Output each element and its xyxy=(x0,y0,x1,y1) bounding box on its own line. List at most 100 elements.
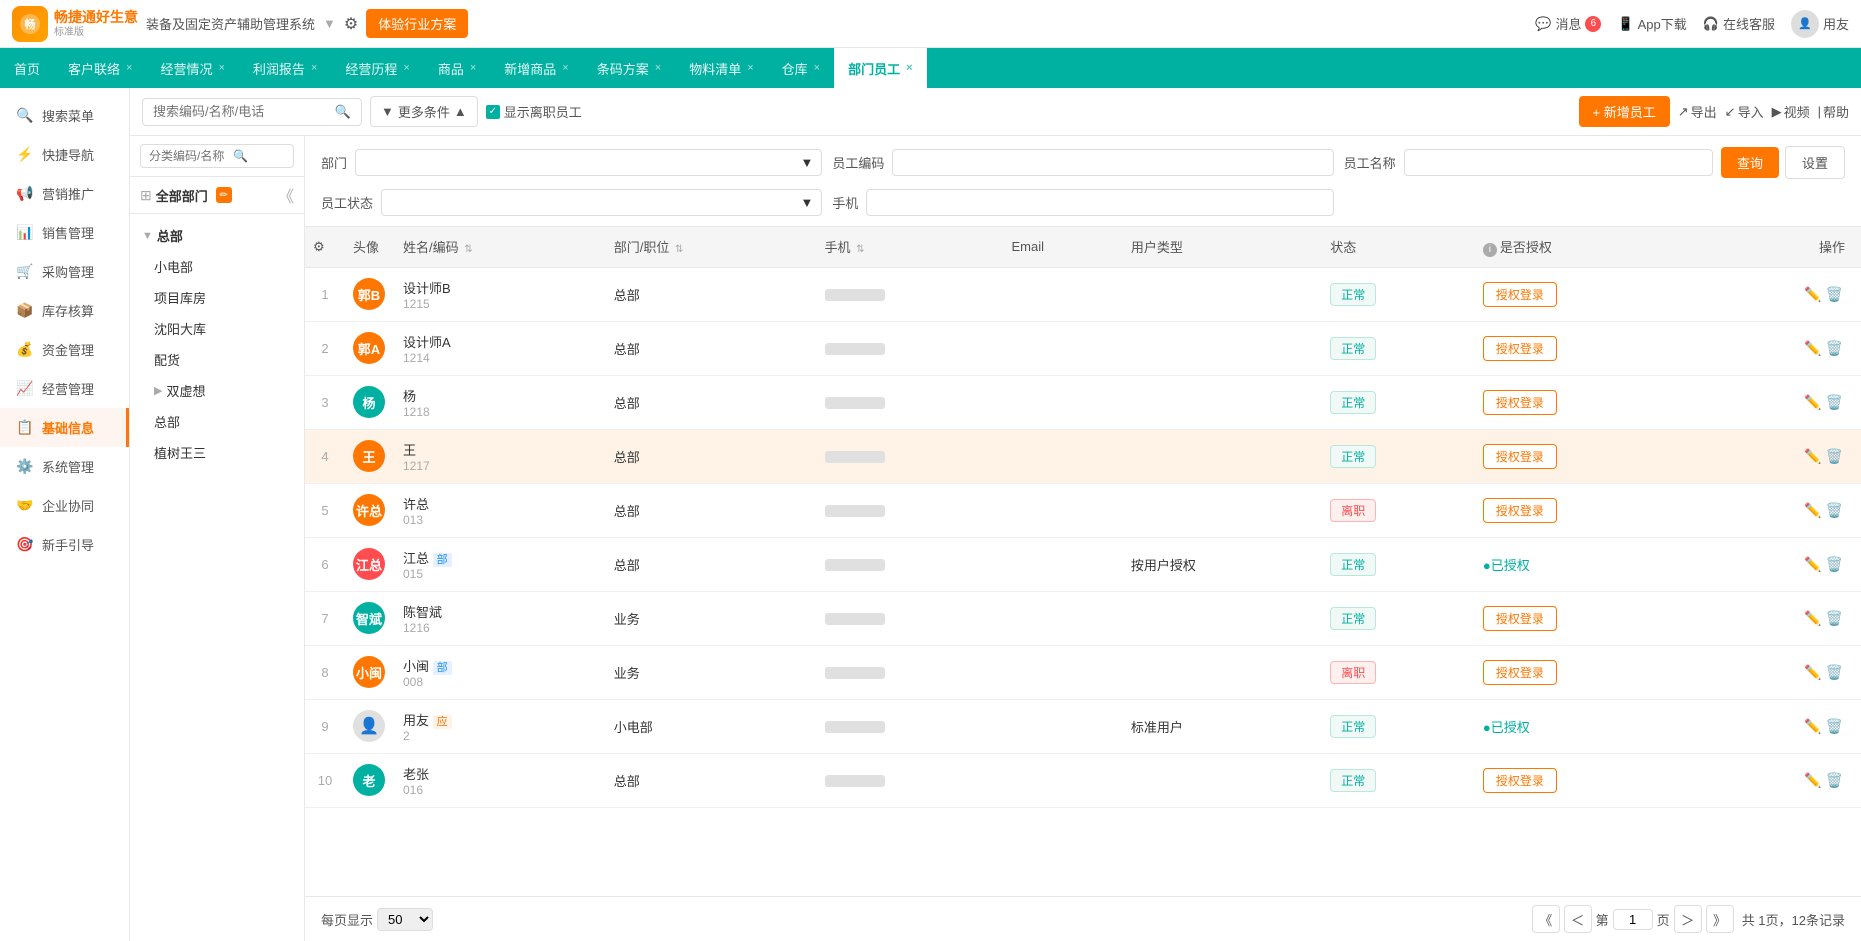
delete-btn[interactable]: 🗑️ xyxy=(1824,664,1845,681)
last-page-btn[interactable]: 》 xyxy=(1706,905,1734,933)
delete-btn[interactable]: 🗑️ xyxy=(1824,718,1845,735)
settings-icon[interactable]: ⚙ xyxy=(313,239,325,254)
search-btn[interactable]: 查询 xyxy=(1721,147,1779,178)
sidebar-item-marketing[interactable]: 📢 营销推广 xyxy=(0,174,129,213)
edit-btn[interactable]: ✏️ xyxy=(1802,772,1823,789)
dropdown-arrow[interactable]: ▼ xyxy=(323,16,336,31)
app-download-btn[interactable]: 📱 App下载 xyxy=(1617,14,1686,33)
sidebar-item-operation[interactable]: 📈 经营管理 xyxy=(0,369,129,408)
edit-btn[interactable]: ✏️ xyxy=(1802,502,1823,519)
more-filter-btn[interactable]: ▼ 更多条件 ▲ xyxy=(370,96,478,127)
tab-bom[interactable]: 物料清单× xyxy=(675,48,767,88)
edit-btn[interactable]: ✏️ xyxy=(1802,394,1823,411)
close-icon[interactable]: × xyxy=(562,62,568,74)
close-icon[interactable]: × xyxy=(814,62,820,74)
auth-btn[interactable]: 授权登录 xyxy=(1483,606,1557,631)
page-size-select[interactable]: 50 100 xyxy=(377,908,433,931)
dept-node-root[interactable]: ▼ 总部 xyxy=(130,220,304,251)
delete-btn[interactable]: 🗑️ xyxy=(1824,340,1845,357)
collapse-dept-btn[interactable]: 《 xyxy=(278,183,294,207)
next-page-btn[interactable]: ＞ xyxy=(1674,905,1702,933)
tab-operation[interactable]: 经营情况× xyxy=(146,48,238,88)
prev-page-btn[interactable]: ＜ xyxy=(1564,905,1592,933)
tab-profit[interactable]: 利润报告× xyxy=(239,48,331,88)
dept-node-hq[interactable]: 总部 xyxy=(130,406,304,437)
settings-btn[interactable]: 设置 xyxy=(1785,146,1845,179)
sidebar-item-basic[interactable]: 📋 基础信息 xyxy=(0,408,129,447)
dept-node-xiaodian[interactable]: 小电部 xyxy=(130,251,304,282)
close-icon[interactable]: × xyxy=(311,62,317,74)
sidebar-item-enterprise[interactable]: 🤝 企业协同 xyxy=(0,486,129,525)
close-icon[interactable]: × xyxy=(747,62,753,74)
sidebar-item-guide[interactable]: 🎯 新手引导 xyxy=(0,525,129,564)
edit-btn[interactable]: ✏️ xyxy=(1802,556,1823,573)
dept-node-double[interactable]: ▶ 双虚想 xyxy=(130,375,304,406)
search-box[interactable]: 🔍 xyxy=(142,98,362,126)
online-service-btn[interactable]: 🎧 在线客服 xyxy=(1703,14,1775,33)
tab-home[interactable]: 首页 xyxy=(0,48,54,88)
sidebar-item-inventory[interactable]: 📦 库存核算 xyxy=(0,291,129,330)
first-page-btn[interactable]: 《 xyxy=(1532,905,1560,933)
help-btn[interactable]: | 帮助 xyxy=(1818,102,1849,121)
dept-node-planting[interactable]: 植树王三 xyxy=(130,437,304,468)
close-icon[interactable]: × xyxy=(906,62,912,74)
close-icon[interactable]: × xyxy=(403,62,409,74)
sort-icon[interactable]: ⇅ xyxy=(856,244,864,255)
close-icon[interactable]: × xyxy=(655,62,661,74)
auth-btn[interactable]: 授权登录 xyxy=(1483,390,1557,415)
close-icon[interactable]: × xyxy=(126,62,132,74)
auth-btn[interactable]: 授权登录 xyxy=(1483,498,1557,523)
auth-btn[interactable]: 授权登录 xyxy=(1483,768,1557,793)
dept-filter-select[interactable]: ▼ xyxy=(355,149,822,176)
view-btn[interactable]: ▶ 视频 xyxy=(1772,102,1810,121)
tab-goods[interactable]: 商品× xyxy=(424,48,490,88)
sidebar-item-sales[interactable]: 📊 销售管理 xyxy=(0,213,129,252)
delete-btn[interactable]: 🗑️ xyxy=(1824,502,1845,519)
edit-btn[interactable]: ✏️ xyxy=(1802,610,1823,627)
delete-btn[interactable]: 🗑️ xyxy=(1824,610,1845,627)
dept-node-project[interactable]: 项目库房 xyxy=(130,282,304,313)
auth-btn[interactable]: 授权登录 xyxy=(1483,336,1557,361)
emp-name-input[interactable] xyxy=(1404,149,1713,176)
dept-node-shenyang[interactable]: 沈阳大库 xyxy=(130,313,304,344)
auth-btn[interactable]: 授权登录 xyxy=(1483,282,1557,307)
search-input[interactable] xyxy=(153,104,331,119)
settings-btn[interactable]: ⚙ xyxy=(344,14,358,34)
delete-btn[interactable]: 🗑️ xyxy=(1824,448,1845,465)
page-input[interactable] xyxy=(1613,909,1653,930)
auth-btn[interactable]: 授权登录 xyxy=(1483,660,1557,685)
phone-input[interactable] xyxy=(866,189,1333,216)
edit-btn[interactable]: ✏️ xyxy=(1802,340,1823,357)
sidebar-item-finance[interactable]: 💰 资金管理 xyxy=(0,330,129,369)
show-leave-toggle[interactable]: ✓ 显示离职员工 xyxy=(486,102,582,121)
edit-btn[interactable]: ✏️ xyxy=(1802,448,1823,465)
delete-btn[interactable]: 🗑️ xyxy=(1824,286,1845,303)
import-btn[interactable]: ↙ 导入 xyxy=(1725,102,1764,121)
add-employee-btn[interactable]: + 新增员工 xyxy=(1579,96,1670,127)
status-filter-select[interactable]: ▼ xyxy=(381,189,822,216)
dept-node-delivery[interactable]: 配货 xyxy=(130,344,304,375)
auth-btn[interactable]: 授权登录 xyxy=(1483,444,1557,469)
message-btn[interactable]: 💬 消息 6 xyxy=(1535,14,1601,33)
tab-warehouse[interactable]: 仓库× xyxy=(768,48,834,88)
delete-btn[interactable]: 🗑️ xyxy=(1824,772,1845,789)
delete-btn[interactable]: 🗑️ xyxy=(1824,556,1845,573)
tab-barcode[interactable]: 条码方案× xyxy=(583,48,675,88)
export-btn[interactable]: ↗ 导出 xyxy=(1678,102,1717,121)
sort-icon[interactable]: ⇅ xyxy=(464,244,472,255)
edit-btn[interactable]: ✏️ xyxy=(1802,664,1823,681)
sort-icon[interactable]: ⇅ xyxy=(675,244,683,255)
user-btn[interactable]: 👤 用友 xyxy=(1791,10,1849,38)
tab-history[interactable]: 经营历程× xyxy=(331,48,423,88)
sidebar-item-system[interactable]: ⚙️ 系统管理 xyxy=(0,447,129,486)
experience-btn[interactable]: 体验行业方案 xyxy=(366,9,468,38)
tab-customer[interactable]: 客户联络× xyxy=(54,48,146,88)
emp-code-input[interactable] xyxy=(892,149,1333,176)
edit-btn[interactable]: ✏️ xyxy=(1802,286,1823,303)
tab-new-goods[interactable]: 新增商品× xyxy=(490,48,582,88)
dept-search-input[interactable] xyxy=(149,149,229,163)
sidebar-item-search[interactable]: 🔍 搜索菜单 xyxy=(0,96,129,135)
close-icon[interactable]: × xyxy=(470,62,476,74)
dept-search-box[interactable]: 🔍 xyxy=(140,144,294,168)
edit-btn[interactable]: ✏️ xyxy=(1802,718,1823,735)
